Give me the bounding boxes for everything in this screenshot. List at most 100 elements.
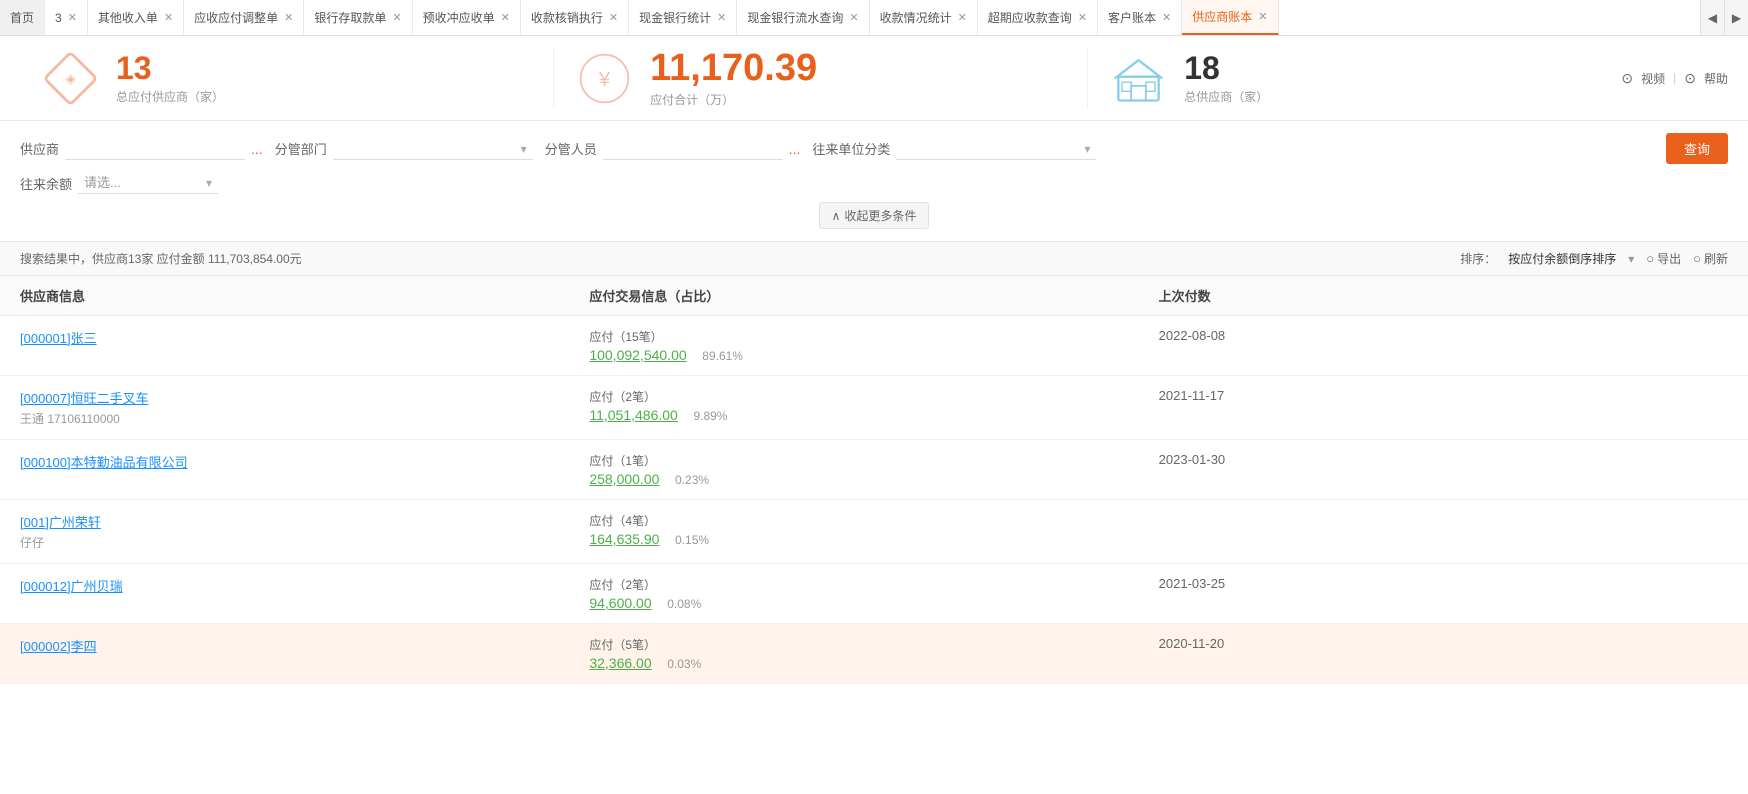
nav-tab-overdue-ar-close[interactable]: ✕	[1078, 11, 1087, 24]
dept-select-wrapper	[333, 138, 533, 160]
nav-tab-other-income-close[interactable]: ✕	[164, 11, 173, 24]
nav-tab-supplier-book[interactable]: 供应商账本 ✕	[1182, 0, 1278, 35]
supplier-input[interactable]	[65, 138, 245, 160]
supplier-link-4[interactable]: [000012]广州贝瑞	[20, 576, 589, 595]
person-filter-label: 分管人员	[545, 139, 597, 158]
table-row[interactable]: [000012]广州贝瑞 应付（2笔） 94,600.00 0.08% 2021…	[0, 564, 1748, 624]
nav-tab-customer-book-close[interactable]: ✕	[1162, 11, 1171, 24]
tx-amount-3[interactable]: 164,635.90	[589, 531, 659, 547]
table-header: 供应商信息 应付交易信息（占比） 上次付数	[0, 276, 1748, 316]
nav-tab-cash-bank-stat-close[interactable]: ✕	[717, 11, 726, 24]
nav-tab-ar-ap-adjust-close[interactable]: ✕	[284, 11, 293, 24]
filter-person: 分管人员 ...	[545, 138, 801, 160]
nav-tab-receipt-exec-label: 收款核销执行	[531, 9, 603, 26]
supplier-link-5[interactable]: [000002]李四	[20, 636, 589, 655]
filter-row-1: 供应商 ... 分管部门 分管人员 ... 往来单位	[20, 133, 1728, 164]
nav-tab-cash-bank-stat-label: 现金银行统计	[639, 9, 711, 26]
tx-amount-5[interactable]: 32,366.00	[589, 655, 651, 671]
table-row[interactable]: [000002]李四 应付（5笔） 32,366.00 0.03% 2020-1…	[0, 624, 1748, 684]
category-select[interactable]	[896, 138, 1096, 160]
supplier-link-0[interactable]: [000001]张三	[20, 328, 589, 347]
nav-tab-home-label: 首页	[10, 9, 34, 26]
nav-tab-cash-bank-flow[interactable]: 现金银行流水查询 ✕	[737, 0, 869, 35]
nav-tab-prepay-ar[interactable]: 预收冲应收单 ✕	[413, 0, 521, 35]
nav-tab-prepay-ar-close[interactable]: ✕	[501, 11, 510, 24]
top-nav: 首页 3 ✕ 其他收入单 ✕ 应收应付调整单 ✕ 银行存取款单 ✕ 预收冲应收单…	[0, 0, 1748, 36]
supplier-dots[interactable]: ...	[251, 141, 263, 157]
sort-label: 排序：	[1460, 250, 1496, 267]
nav-tab-ar-ap-adjust[interactable]: 应收应付调整单 ✕	[184, 0, 304, 35]
search-button[interactable]: 查询	[1666, 133, 1728, 164]
refresh-label: 刷新	[1704, 250, 1728, 267]
tx-info-2: 应付（1笔） 258,000.00 0.23%	[589, 452, 1158, 487]
dept-filter-label: 分管部门	[275, 139, 327, 158]
nav-tab-receipt-exec[interactable]: 收款核销执行 ✕	[521, 0, 629, 35]
balance-filter-label: 往来余额	[20, 174, 72, 193]
nav-tab-customer-book[interactable]: 客户账本 ✕	[1098, 0, 1182, 35]
col-header-supplier: 供应商信息	[20, 286, 589, 305]
nav-tab-receipt-exec-close[interactable]: ✕	[609, 11, 618, 24]
tx-amount-2[interactable]: 258,000.00	[589, 471, 659, 487]
result-actions: 排序： 按应付余额倒序排序 ▾ ○ 导出 ○ 刷新	[1460, 250, 1728, 267]
video-link[interactable]: 视频	[1641, 70, 1665, 87]
person-input[interactable]	[603, 138, 783, 160]
nav-tab-receipt-stat-close[interactable]: ✕	[958, 11, 967, 24]
nav-tab-receipt-stat[interactable]: 收款情况统计 ✕	[870, 0, 978, 35]
table-row[interactable]: [000100]本特勤油品有限公司 应付（1笔） 258,000.00 0.23…	[0, 440, 1748, 500]
nav-tab-bank-close[interactable]: ✕	[392, 11, 401, 24]
collapse-label: 收起更多条件	[844, 207, 916, 224]
link-divider: |	[1673, 71, 1676, 85]
table-row[interactable]: [000007]恒旺二手叉车 王通 17106110000 应付（2笔） 11,…	[0, 376, 1748, 440]
nav-tab-overdue-ar[interactable]: 超期应收款查询 ✕	[978, 0, 1098, 35]
tx-info-3: 应付（4笔） 164,635.90 0.15%	[589, 512, 1158, 547]
export-label: 导出	[1657, 250, 1681, 267]
nav-tab-receipt-stat-label: 收款情况统计	[880, 9, 952, 26]
export-button[interactable]: ○ 导出	[1646, 250, 1681, 267]
tx-label-3: 应付（4笔）	[589, 512, 1158, 529]
col-header-last-payment: 上次付数	[1159, 286, 1728, 305]
filter-supplier: 供应商 ...	[20, 138, 263, 160]
video-icon: ⊙	[1621, 70, 1633, 87]
stat-payable-suppliers: ◈ 13 总应付供应商（家）	[20, 48, 553, 108]
supplier-info-0: [000001]张三	[20, 328, 589, 347]
nav-tab-supplier-book-close[interactable]: ✕	[1258, 10, 1267, 23]
result-bar: 搜索结果中，供应商13家 应付金额 111,703,854.00元 排序： 按应…	[0, 242, 1748, 276]
refresh-button[interactable]: ○ 刷新	[1693, 250, 1728, 267]
nav-tab-3-close[interactable]: ✕	[68, 11, 77, 24]
sort-chevron-icon[interactable]: ▾	[1628, 252, 1634, 266]
nav-tab-3-label: 3	[55, 11, 62, 25]
collapse-button[interactable]: ∧ 收起更多条件	[819, 202, 930, 229]
stat-payable-suppliers-content: 13 总应付供应商（家）	[116, 52, 224, 105]
nav-next-arrow[interactable]: ▶	[1724, 0, 1748, 36]
stat-total-suppliers: 18 总供应商（家）	[1087, 48, 1621, 108]
supplier-info-4: [000012]广州贝瑞	[20, 576, 589, 595]
nav-tab-other-income[interactable]: 其他收入单 ✕	[88, 0, 184, 35]
nav-tab-customer-book-label: 客户账本	[1108, 9, 1156, 26]
svg-text:◈: ◈	[65, 71, 75, 86]
table-area: 供应商信息 应付交易信息（占比） 上次付数 [000001]张三 应付（15笔）…	[0, 276, 1748, 794]
tx-info-4: 应付（2笔） 94,600.00 0.08%	[589, 576, 1158, 611]
nav-tab-3[interactable]: 3 ✕	[45, 0, 88, 35]
tx-amount-1[interactable]: 11,051,486.00	[589, 407, 678, 423]
help-link[interactable]: 帮助	[1704, 70, 1728, 87]
supplier-link-3[interactable]: [001]广州荣轩	[20, 512, 589, 531]
supplier-link-1[interactable]: [000007]恒旺二手叉车	[20, 388, 589, 407]
nav-tab-cash-bank-flow-close[interactable]: ✕	[849, 11, 858, 24]
stat-payable-amount-number: 11,170.39	[650, 49, 817, 87]
nav-tab-bank[interactable]: 银行存取款单 ✕	[304, 0, 412, 35]
table-row[interactable]: [001]广州荣轩 仔仔 应付（4笔） 164,635.90 0.15%	[0, 500, 1748, 564]
supplier-link-2[interactable]: [000100]本特勤油品有限公司	[20, 452, 589, 471]
dept-select[interactable]	[333, 138, 533, 160]
tx-percent-2: 0.23%	[675, 473, 709, 487]
person-dots[interactable]: ...	[789, 141, 801, 157]
tx-amount-0[interactable]: 100,092,540.00	[589, 347, 686, 363]
category-select-wrapper	[896, 138, 1096, 160]
sort-value[interactable]: 按应付余额倒序排序	[1508, 250, 1616, 267]
table-row[interactable]: [000001]张三 应付（15笔） 100,092,540.00 89.61%…	[0, 316, 1748, 376]
nav-tab-cash-bank-stat[interactable]: 现金银行统计 ✕	[629, 0, 737, 35]
balance-select[interactable]: 请选...	[78, 172, 218, 194]
tx-label-0: 应付（15笔）	[589, 328, 1158, 345]
nav-prev-arrow[interactable]: ◀	[1700, 0, 1724, 36]
tx-amount-4[interactable]: 94,600.00	[589, 595, 651, 611]
nav-tab-home[interactable]: 首页	[0, 0, 45, 35]
